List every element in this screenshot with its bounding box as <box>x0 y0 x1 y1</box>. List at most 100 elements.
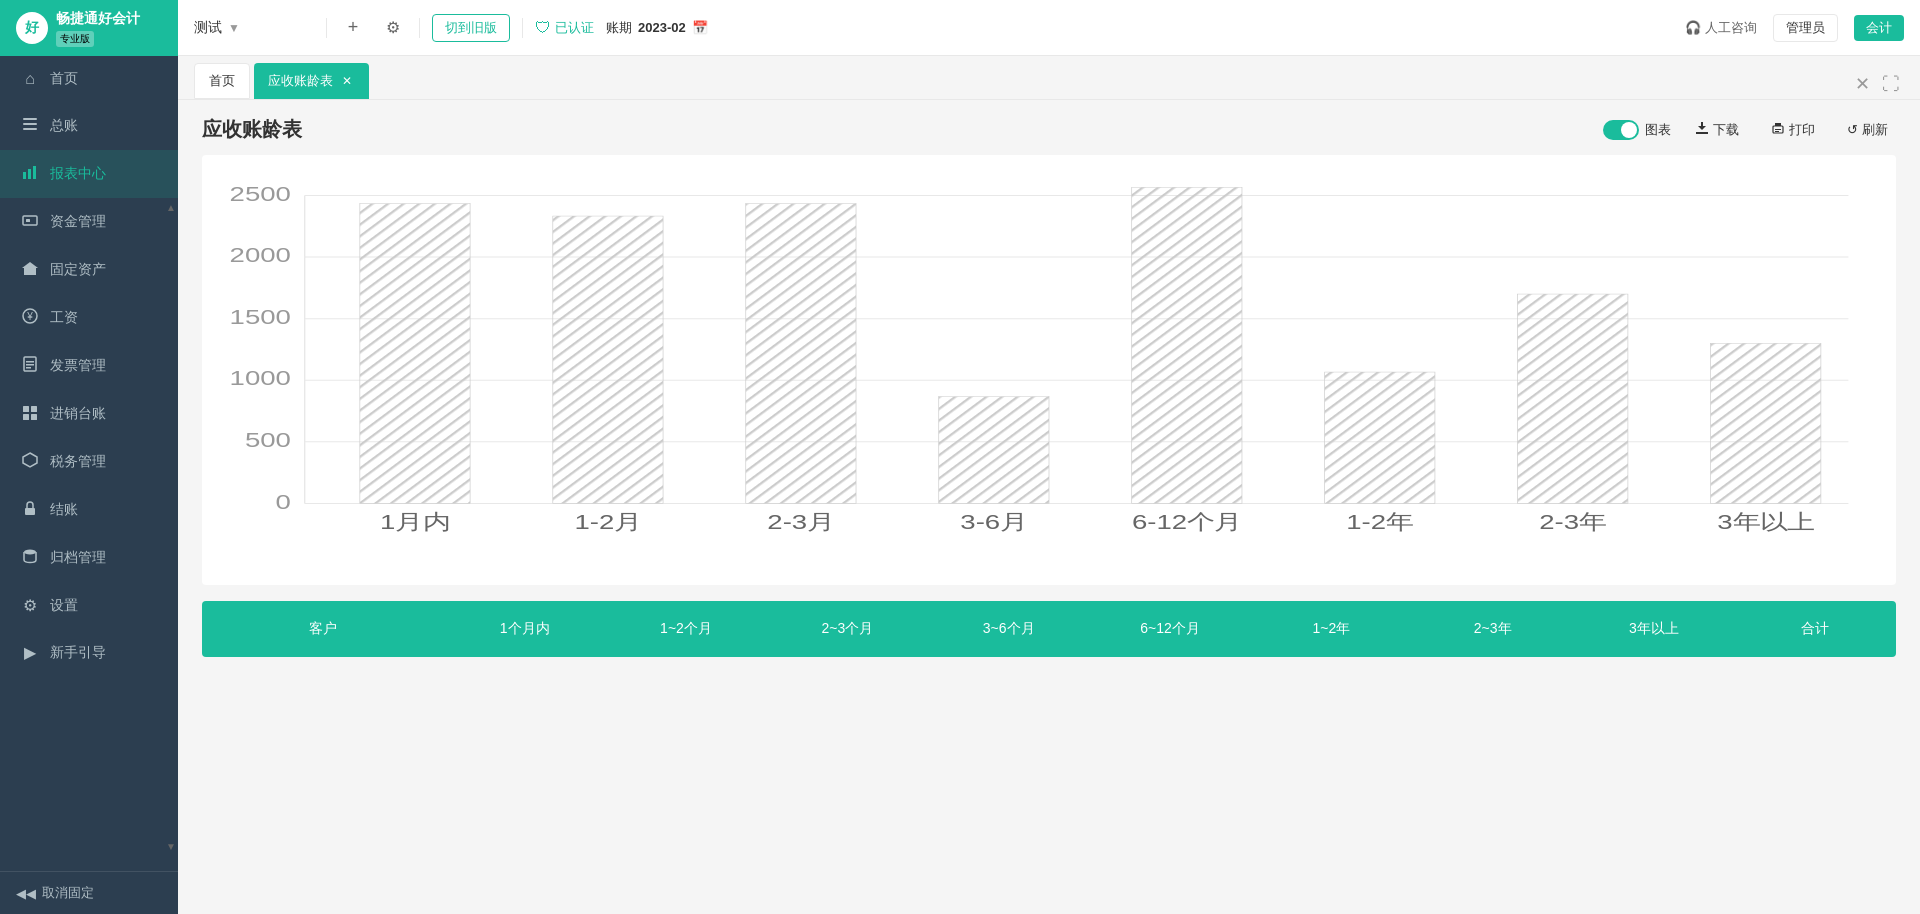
sidebar-item-purchase-sales[interactable]: 进销台账 <box>0 390 178 438</box>
table-header-customer: 客户 <box>202 601 444 657</box>
svg-text:2-3月: 2-3月 <box>767 510 834 533</box>
refresh-btn[interactable]: ↺ 刷新 <box>1839 117 1896 143</box>
workspace-selector[interactable]: 测试 ▼ <box>194 19 314 37</box>
svg-rect-54 <box>1711 343 1821 503</box>
svg-text:2-3年: 2-3年 <box>1539 510 1606 533</box>
table-header-1-2years: 1~2年 <box>1251 601 1412 657</box>
svg-text:1-2年: 1-2年 <box>1346 510 1413 533</box>
svg-rect-19 <box>31 414 37 420</box>
svg-rect-7 <box>26 219 30 222</box>
svg-rect-25 <box>1775 129 1781 130</box>
salary-icon: ¥ <box>20 308 40 328</box>
table-header-2-3months: 2~3个月 <box>767 601 928 657</box>
page-area: 应收账龄表 图表 下载 打印 <box>178 100 1920 914</box>
sidebar-item-salary[interactable]: ¥ 工资 <box>0 294 178 342</box>
logo-text: 畅捷通好会计 专业版 <box>56 10 140 47</box>
home-icon: ⌂ <box>20 70 40 88</box>
svg-rect-23 <box>1696 132 1708 134</box>
table-header-2-3years: 2~3年 <box>1412 601 1573 657</box>
tab-ar-aging[interactable]: 应收账龄表 ✕ <box>254 63 369 99</box>
svg-rect-52 <box>1518 294 1628 503</box>
scroll-down-arrow[interactable]: ▼ <box>164 839 178 854</box>
sidebar-item-archive[interactable]: 归档管理 <box>0 534 178 582</box>
certified-icon: 🛡 <box>535 19 551 37</box>
svg-rect-44 <box>746 204 856 504</box>
sidebar-item-closing[interactable]: 结账 <box>0 486 178 534</box>
svg-text:2500: 2500 <box>230 182 291 205</box>
add-workspace-btn[interactable]: + <box>339 14 367 42</box>
bottom-padding <box>178 657 1920 697</box>
content-scroll[interactable]: 0 500 1000 1500 2000 2500 1月内 1-2月 2-3月 <box>178 155 1920 914</box>
svg-rect-2 <box>23 128 37 130</box>
role-btn[interactable]: 会计 <box>1854 15 1904 41</box>
sidebar-item-invoice[interactable]: 发票管理 <box>0 342 178 390</box>
topbar-divider-3 <box>522 18 523 38</box>
chart-toggle[interactable] <box>1603 120 1639 140</box>
sidebar-item-tax[interactable]: 税务管理 <box>0 438 178 486</box>
sidebar-item-ledger[interactable]: 总账 <box>0 102 178 150</box>
page-actions: 图表 下载 打印 ↺ 刷新 <box>1603 117 1896 143</box>
svg-text:3年以上: 3年以上 <box>1717 510 1814 533</box>
svg-rect-21 <box>25 508 35 515</box>
table-header-3-6months: 3~6个月 <box>928 601 1089 657</box>
user-btn[interactable]: 管理员 <box>1773 14 1838 42</box>
settings-btn[interactable]: ⚙ <box>379 14 407 42</box>
sidebar-item-guide[interactable]: ▶ 新手引导 <box>0 629 178 676</box>
topbar-divider-1 <box>326 18 327 38</box>
topbar-divider-2 <box>419 18 420 38</box>
assets-icon <box>20 260 40 280</box>
download-icon <box>1695 121 1709 138</box>
period-info: 账期 2023-02 📅 <box>606 19 708 37</box>
svg-rect-1 <box>23 123 37 125</box>
sidebar-nav: ⌂ 首页 总账 报表中心 资金管理 固定资产 <box>0 56 178 871</box>
calendar-icon[interactable]: 📅 <box>692 20 708 35</box>
expand-panel-btn[interactable]: ⛶ <box>1878 70 1904 99</box>
consult-btn[interactable]: 🎧 人工咨询 <box>1685 19 1757 37</box>
table-header-6-12months: 6~12个月 <box>1089 601 1250 657</box>
ledger-icon <box>20 116 40 136</box>
switch-version-btn[interactable]: 切到旧版 <box>432 14 510 42</box>
certified-badge: 🛡 已认证 <box>535 19 594 37</box>
close-panel-btn[interactable]: ✕ <box>1851 69 1874 99</box>
bar-chart: 0 500 1000 1500 2000 2500 1月内 1-2月 2-3月 <box>222 175 1876 565</box>
table-header: 客户 1个月内 1~2个月 2~3个月 3~6个月 6~12 <box>202 601 1896 657</box>
sidebar-item-reports[interactable]: 报表中心 <box>0 150 178 198</box>
topbar-right: 🎧 人工咨询 管理员 会计 <box>1685 14 1904 42</box>
svg-text:6-12个月: 6-12个月 <box>1132 510 1242 533</box>
chart-toggle-label: 图表 <box>1645 121 1671 139</box>
sidebar-item-funds[interactable]: 资金管理 <box>0 198 178 246</box>
table-header-1month: 1个月内 <box>444 601 605 657</box>
window-controls: ✕ ⛶ <box>1851 69 1904 99</box>
svg-text:3-6月: 3-6月 <box>960 510 1027 533</box>
svg-rect-15 <box>26 367 31 369</box>
svg-rect-42 <box>553 216 663 503</box>
table-header-1-2months: 1~2个月 <box>605 601 766 657</box>
pin-icon: ◀◀ <box>16 886 36 901</box>
tax-icon <box>20 452 40 472</box>
cancel-fixed-btn[interactable]: ◀◀ 取消固定 <box>16 884 162 902</box>
tab-close-ar-aging[interactable]: ✕ <box>339 73 355 89</box>
svg-text:0: 0 <box>276 490 291 513</box>
table-container: 客户 1个月内 1~2个月 2~3个月 3~6个月 6~12 <box>202 601 1896 657</box>
sidebar-item-settings[interactable]: ⚙ 设置 <box>0 582 178 629</box>
headset-icon: 🎧 <box>1685 20 1701 35</box>
print-btn[interactable]: 打印 <box>1763 117 1823 143</box>
sidebar-item-home[interactable]: ⌂ 首页 <box>0 56 178 102</box>
scroll-up-arrow[interactable]: ▲ <box>164 200 178 215</box>
archive-icon <box>20 548 40 568</box>
sidebar: 好 畅捷通好会计 专业版 ⌂ 首页 总账 报表中心 资金管理 <box>0 0 178 914</box>
chart-toggle-group: 图表 <box>1603 120 1671 140</box>
refresh-icon: ↺ <box>1847 122 1858 137</box>
svg-rect-5 <box>33 166 36 179</box>
svg-rect-50 <box>1325 372 1435 503</box>
svg-rect-17 <box>31 406 37 412</box>
download-btn[interactable]: 下载 <box>1687 117 1747 143</box>
tab-home[interactable]: 首页 <box>194 63 250 99</box>
svg-point-22 <box>24 550 36 555</box>
svg-rect-46 <box>939 397 1049 504</box>
invoice-icon <box>20 356 40 376</box>
workspace-name: 测试 <box>194 19 222 37</box>
main-content: 测试 ▼ + ⚙ 切到旧版 🛡 已认证 账期 2023-02 📅 🎧 人工咨询 … <box>178 0 1920 914</box>
svg-marker-9 <box>22 262 38 268</box>
sidebar-item-assets[interactable]: 固定资产 <box>0 246 178 294</box>
